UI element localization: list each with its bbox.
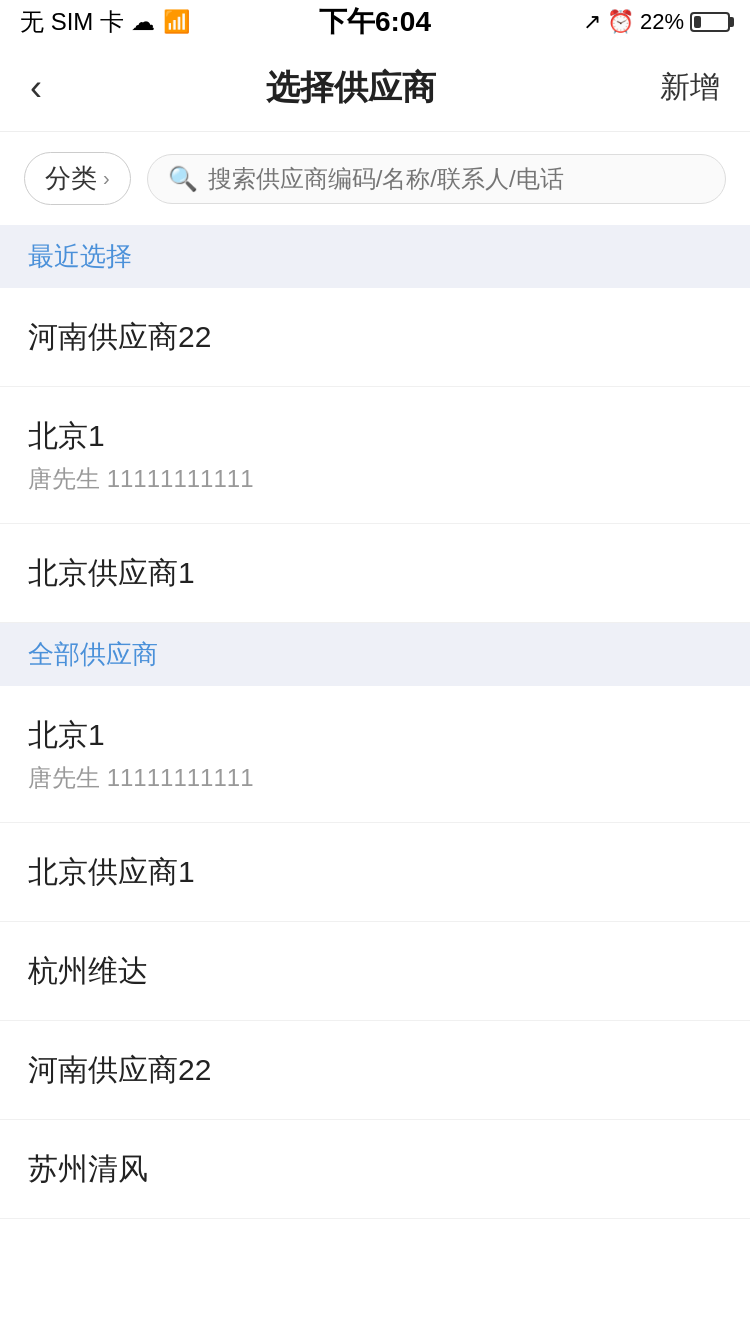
search-bar[interactable]: 🔍 [147,154,726,204]
status-bar: 无 SIM 卡 ☁ 📶 下午6:04 ↗ ⏰ 22% [0,0,750,44]
item-sub: 唐先生 11111111111 [28,762,722,794]
add-button[interactable]: 新增 [660,67,720,108]
item-name: 苏州清风 [28,1148,722,1190]
item-name: 北京1 [28,415,722,457]
filter-bar: 分类 › 🔍 [0,132,750,225]
all-list: 北京1 唐先生 11111111111 北京供应商1 杭州维达河南供应商22 苏州清风 [0,686,750,1219]
alarm-icon: ⏰ [607,9,634,35]
sim-label: 无 SIM 卡 ☁ [20,6,155,38]
list-item[interactable]: 北京供应商1 [0,524,750,623]
search-input[interactable] [208,165,705,193]
all-section-header: 全部供应商 [0,623,750,686]
battery-percent: 22% [640,9,684,35]
recent-section-header: 最近选择 [0,225,750,288]
recent-section-label: 最近选择 [28,241,132,271]
item-name: 北京供应商1 [28,552,722,594]
back-button[interactable]: ‹ [30,70,42,106]
location-icon: ↗ [583,9,601,35]
item-name: 北京供应商1 [28,851,722,893]
list-item[interactable]: 河南供应商22 [0,1021,750,1120]
all-section-label: 全部供应商 [28,639,158,669]
item-name: 北京1 [28,714,722,756]
list-item[interactable]: 北京1 唐先生 11111111111 [0,686,750,823]
nav-bar: ‹ 选择供应商 新增 [0,44,750,132]
item-name: 河南供应商22 [28,1049,722,1091]
item-name: 杭州维达 [28,950,722,992]
list-item[interactable]: 苏州清风 [0,1120,750,1219]
list-item[interactable]: 北京供应商1 [0,823,750,922]
list-item[interactable]: 河南供应商22 [0,288,750,387]
item-sub: 唐先生 11111111111 [28,463,722,495]
status-left: 无 SIM 卡 ☁ 📶 [20,6,190,38]
search-icon: 🔍 [168,165,198,193]
list-item[interactable]: 北京1 唐先生 11111111111 [0,387,750,524]
status-time: 下午6:04 [319,3,431,41]
category-label: 分类 [45,161,97,196]
page-title: 选择供应商 [266,65,436,111]
chevron-right-icon: › [103,167,110,190]
recent-list: 河南供应商22 北京1 唐先生 11111111111 北京供应商1 [0,288,750,623]
item-name: 河南供应商22 [28,316,722,358]
status-right: ↗ ⏰ 22% [583,9,730,35]
category-button[interactable]: 分类 › [24,152,131,205]
list-item[interactable]: 杭州维达 [0,922,750,1021]
battery-icon [690,12,730,32]
wifi-icon: 📶 [163,9,190,35]
